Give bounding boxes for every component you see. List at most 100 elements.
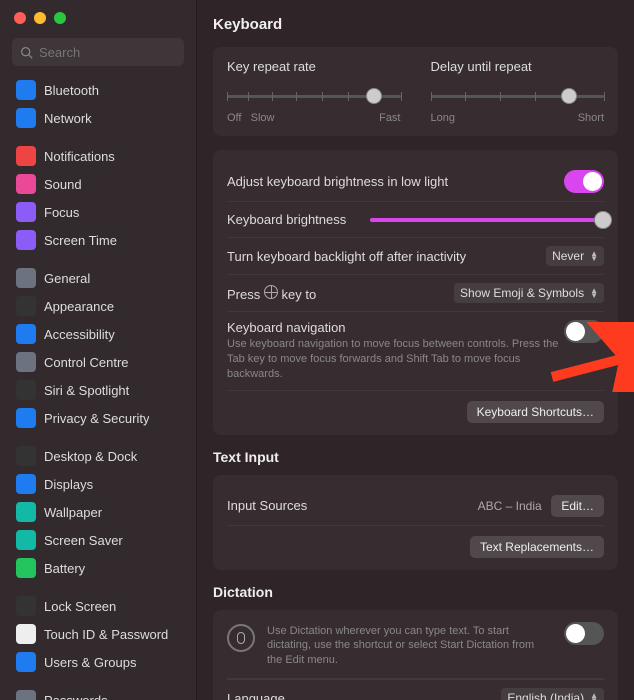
input-sources-edit-button[interactable]: Edit… [551,495,604,517]
accessibility-icon [16,324,36,344]
sidebar-item-sound[interactable]: Sound [8,170,188,198]
low-light-toggle[interactable] [564,170,604,193]
sidebar-item-label: Network [44,111,92,126]
sidebar-item-users-groups[interactable]: Users & Groups [8,648,188,676]
sidebar-item-general[interactable]: General [8,264,188,292]
search-input[interactable] [39,45,176,60]
dictation-toggle[interactable] [564,622,604,645]
sidebar-item-passwords[interactable]: Passwords [8,686,188,700]
keyboard-navigation-description: Use keyboard navigation to move focus be… [227,337,564,382]
sidebar-item-label: Users & Groups [44,655,136,670]
minimize-window-button[interactable] [34,12,46,24]
key-repeat-panel: Key repeat rate Off Slow Fast Delay unti… [213,47,618,136]
keyboard-settings-panel: Adjust keyboard brightness in low light … [213,150,618,435]
bluetooth-icon [16,80,36,100]
sidebar-item-screen-saver[interactable]: Screen Saver [8,526,188,554]
window-controls [0,0,196,32]
sidebar-item-label: Accessibility [44,327,115,342]
sidebar-item-focus[interactable]: Focus [8,198,188,226]
touch-id-password-icon [16,624,36,644]
page-title: Keyboard [213,10,618,47]
microphone-icon [227,624,255,652]
sidebar-item-siri-spotlight[interactable]: Siri & Spotlight [8,376,188,404]
privacy-security-icon [16,408,36,428]
low-light-label: Adjust keyboard brightness in low light [227,174,448,189]
sidebar-item-battery[interactable]: Battery [8,554,188,582]
dictation-hint: Use Dictation wherever you can type text… [267,624,552,669]
screen-time-icon [16,230,36,250]
sidebar-item-displays[interactable]: Displays [8,470,188,498]
sidebar-item-label: Battery [44,561,85,576]
sidebar-item-accessibility[interactable]: Accessibility [8,320,188,348]
sidebar-item-touch-id-password[interactable]: Touch ID & Password [8,620,188,648]
sidebar-item-lock-screen[interactable]: Lock Screen [8,592,188,620]
backlight-off-label: Turn keyboard backlight off after inacti… [227,249,466,264]
main-content: Keyboard Key repeat rate Off Slow Fast [197,0,634,700]
rate-slow-label: Slow [251,112,275,124]
desktop-dock-icon [16,446,36,466]
sidebar-item-label: Control Centre [44,355,129,370]
dictation-language-popup[interactable]: English (India)▲▼ [501,688,604,700]
sidebar-item-label: Sound [44,177,82,192]
sidebar-item-label: Notifications [44,149,115,164]
delay-until-repeat-slider[interactable] [431,86,605,106]
sidebar-item-label: Passwords [44,693,108,700]
delay-short-label: Short [578,112,604,124]
notifications-icon [16,146,36,166]
text-replacements-button[interactable]: Text Replacements… [470,536,604,558]
dictation-language-label: Language [227,691,285,700]
press-globe-popup[interactable]: Show Emoji & Symbols▲▼ [454,283,604,303]
sidebar-item-label: Focus [44,205,79,220]
siri-spotlight-icon [16,380,36,400]
sidebar-item-appearance[interactable]: Appearance [8,292,188,320]
sidebar-item-label: General [44,271,90,286]
sound-icon [16,174,36,194]
dictation-panel: Use Dictation wherever you can type text… [213,610,618,700]
users-groups-icon [16,652,36,672]
close-window-button[interactable] [14,12,26,24]
sidebar-item-privacy-security[interactable]: Privacy & Security [8,404,188,432]
sidebar-item-bluetooth[interactable]: Bluetooth [8,76,188,104]
sidebar-item-label: Screen Time [44,233,117,248]
sidebar-item-label: Displays [44,477,93,492]
key-repeat-rate-label: Key repeat rate [227,59,401,74]
sidebar-item-wallpaper[interactable]: Wallpaper [8,498,188,526]
press-globe-label: Press key to [227,285,316,302]
appearance-icon [16,296,36,316]
globe-icon [264,285,278,299]
zoom-window-button[interactable] [54,12,66,24]
keyboard-brightness-label: Keyboard brightness [227,212,346,227]
keyboard-brightness-slider[interactable] [370,218,604,222]
displays-icon [16,474,36,494]
sidebar: Bluetooth Network Notifications Sound Focus S… [0,0,197,700]
sidebar-item-label: Bluetooth [44,83,99,98]
input-sources-label: Input Sources [227,498,307,513]
network-icon [16,108,36,128]
input-sources-value: ABC – India [478,499,542,513]
sidebar-item-desktop-dock[interactable]: Desktop & Dock [8,442,188,470]
sidebar-list: Bluetooth Network Notifications Sound Focus S… [0,76,196,700]
sidebar-item-label: Desktop & Dock [44,449,137,464]
keyboard-navigation-label: Keyboard navigation [227,320,564,335]
screen-saver-icon [16,530,36,550]
keyboard-shortcuts-button[interactable]: Keyboard Shortcuts… [467,401,604,423]
general-icon [16,268,36,288]
sidebar-item-screen-time[interactable]: Screen Time [8,226,188,254]
sidebar-item-network[interactable]: Network [8,104,188,132]
control-centre-icon [16,352,36,372]
sidebar-item-control-centre[interactable]: Control Centre [8,348,188,376]
key-repeat-rate-slider[interactable] [227,86,401,106]
lock-screen-icon [16,596,36,616]
focus-icon [16,202,36,222]
backlight-off-popup[interactable]: Never▲▼ [546,246,604,266]
sidebar-item-label: Screen Saver [44,533,123,548]
rate-off-label: Off [227,112,241,124]
sidebar-item-label: Wallpaper [44,505,102,520]
sidebar-item-notifications[interactable]: Notifications [8,142,188,170]
search-field[interactable] [12,38,184,66]
sidebar-item-label: Touch ID & Password [44,627,168,642]
sidebar-item-label: Siri & Spotlight [44,383,129,398]
keyboard-navigation-toggle[interactable] [564,320,604,343]
battery-icon [16,558,36,578]
text-input-panel: Input Sources ABC – India Edit… Text Rep… [213,475,618,570]
